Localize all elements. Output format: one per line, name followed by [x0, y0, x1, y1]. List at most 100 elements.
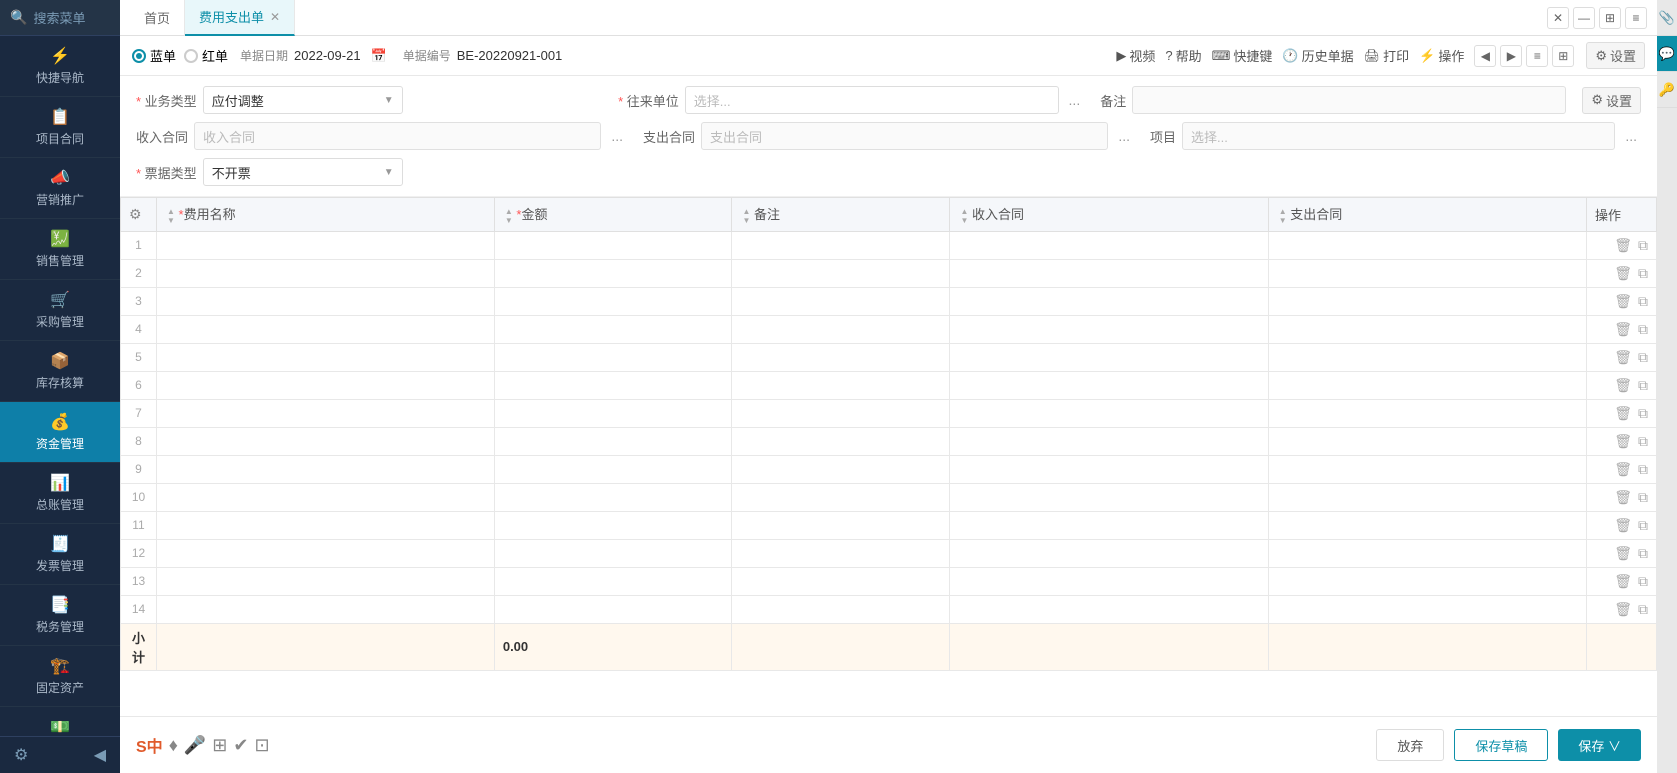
- sidebar-item-marketing[interactable]: 📣 营销推广: [0, 158, 120, 219]
- td-income-contract-6[interactable]: [950, 371, 1268, 399]
- copy-icon-7[interactable]: ⧉: [1638, 405, 1648, 422]
- copy-icon-5[interactable]: ⧉: [1638, 349, 1648, 366]
- td-amount-3[interactable]: [494, 287, 732, 315]
- delete-icon-6[interactable]: 🗑: [1614, 377, 1632, 394]
- right-panel-key[interactable]: 🔑: [1657, 72, 1677, 108]
- td-income-contract-8[interactable]: [950, 427, 1268, 455]
- income-contract-dots[interactable]: ...: [607, 128, 627, 144]
- td-remark-11[interactable]: [732, 511, 950, 539]
- delete-icon-3[interactable]: 🗑: [1614, 293, 1632, 310]
- td-income-contract-4[interactable]: [950, 315, 1268, 343]
- td-remark-5[interactable]: [732, 343, 950, 371]
- td-remark-2[interactable]: [732, 259, 950, 287]
- copy-icon-8[interactable]: ⧉: [1638, 433, 1648, 450]
- td-expense-contract-7[interactable]: [1268, 399, 1586, 427]
- number-value[interactable]: BE-20220921-001: [457, 48, 563, 63]
- td-remark-7[interactable]: [732, 399, 950, 427]
- red-bill-radio[interactable]: 红单: [184, 46, 228, 65]
- copy-icon-6[interactable]: ⧉: [1638, 377, 1648, 394]
- toolbar-action-history[interactable]: 🕐 历史单据: [1282, 46, 1353, 65]
- td-expense-contract-3[interactable]: [1268, 287, 1586, 315]
- settings-button[interactable]: ⚙ 设置: [1586, 42, 1645, 69]
- project-dots[interactable]: ...: [1621, 128, 1641, 144]
- copy-icon-11[interactable]: ⧉: [1638, 517, 1648, 534]
- td-remark-13[interactable]: [732, 567, 950, 595]
- td-expense-contract-1[interactable]: [1268, 231, 1586, 259]
- toolbar-action-shortcut[interactable]: ⌨ 快捷键: [1212, 46, 1273, 65]
- expense-contract-dots[interactable]: ...: [1114, 128, 1134, 144]
- td-remark-6[interactable]: [732, 371, 950, 399]
- sidebar-search[interactable]: 🔍 搜索菜单: [0, 0, 120, 36]
- td-expense-name-2[interactable]: [157, 259, 495, 287]
- sidebar-item-tax-mgmt[interactable]: 📑 税务管理: [0, 585, 120, 646]
- td-income-contract-2[interactable]: [950, 259, 1268, 287]
- toolbar-action-help[interactable]: ? 帮助: [1165, 46, 1201, 65]
- box-icon[interactable]: ⊡: [254, 735, 269, 756]
- copy-icon-12[interactable]: ⧉: [1638, 545, 1648, 562]
- td-expense-contract-2[interactable]: [1268, 259, 1586, 287]
- td-amount-12[interactable]: [494, 539, 732, 567]
- delete-icon-5[interactable]: 🗑: [1614, 349, 1632, 366]
- td-remark-12[interactable]: [732, 539, 950, 567]
- tab-home[interactable]: 首页: [130, 0, 185, 36]
- delete-icon-9[interactable]: 🗑: [1614, 461, 1632, 478]
- grid-icon[interactable]: ⊞: [212, 735, 227, 756]
- td-expense-contract-9[interactable]: [1268, 455, 1586, 483]
- td-remark-9[interactable]: [732, 455, 950, 483]
- blue-bill-radio[interactable]: 蓝单: [132, 46, 176, 65]
- copy-icon-13[interactable]: ⧉: [1638, 573, 1648, 590]
- td-income-contract-5[interactable]: [950, 343, 1268, 371]
- diamond-icon[interactable]: ♦: [169, 735, 178, 756]
- window-minimize-btn[interactable]: —: [1573, 7, 1595, 29]
- td-income-contract-7[interactable]: [950, 399, 1268, 427]
- td-expense-contract-12[interactable]: [1268, 539, 1586, 567]
- sidebar-item-accounting-mgmt[interactable]: 📊 总账管理: [0, 463, 120, 524]
- td-expense-name-1[interactable]: [157, 231, 495, 259]
- td-expense-name-14[interactable]: [157, 595, 495, 623]
- td-amount-2[interactable]: [494, 259, 732, 287]
- delete-icon-10[interactable]: 🗑: [1614, 489, 1632, 506]
- td-income-contract-12[interactable]: [950, 539, 1268, 567]
- sidebar-item-fixed-assets[interactable]: 🏗️ 固定资产: [0, 646, 120, 707]
- nav-next-btn[interactable]: ▶: [1500, 45, 1522, 67]
- sidebar-item-quick-nav[interactable]: ⚡ 快捷导航: [0, 36, 120, 97]
- td-remark-8[interactable]: [732, 427, 950, 455]
- td-expense-name-5[interactable]: [157, 343, 495, 371]
- td-amount-6[interactable]: [494, 371, 732, 399]
- td-remark-3[interactable]: [732, 287, 950, 315]
- delete-icon-2[interactable]: 🗑: [1614, 265, 1632, 282]
- save-button[interactable]: 保存 ∨: [1558, 729, 1641, 761]
- calendar-icon[interactable]: 📅: [371, 48, 387, 64]
- copy-icon-9[interactable]: ⧉: [1638, 461, 1648, 478]
- td-expense-contract-6[interactable]: [1268, 371, 1586, 399]
- td-expense-contract-14[interactable]: [1268, 595, 1586, 623]
- nav-prev-btn[interactable]: ◀: [1474, 45, 1496, 67]
- sidebar-item-project-contract[interactable]: 📋 项目合同: [0, 97, 120, 158]
- tab-expense-bill[interactable]: 费用支出单✕: [185, 0, 295, 36]
- td-amount-10[interactable]: [494, 483, 732, 511]
- td-amount-1[interactable]: [494, 231, 732, 259]
- td-expense-name-11[interactable]: [157, 511, 495, 539]
- window-grid-btn[interactable]: ⊞: [1599, 7, 1621, 29]
- sidebar-item-inventory-check[interactable]: 📦 库存核算: [0, 341, 120, 402]
- td-amount-4[interactable]: [494, 315, 732, 343]
- income-contract-input[interactable]: 收入合同: [194, 122, 601, 150]
- delete-icon-11[interactable]: 🗑: [1614, 517, 1632, 534]
- td-amount-9[interactable]: [494, 455, 732, 483]
- td-amount-11[interactable]: [494, 511, 732, 539]
- remark-input[interactable]: [1132, 86, 1566, 114]
- td-remark-14[interactable]: [732, 595, 950, 623]
- view-grid-btn[interactable]: ⊞: [1552, 45, 1574, 67]
- expense-contract-input[interactable]: 支出合同: [701, 122, 1108, 150]
- td-amount-5[interactable]: [494, 343, 732, 371]
- td-expense-contract-5[interactable]: [1268, 343, 1586, 371]
- partner-input[interactable]: 选择...: [685, 86, 1059, 114]
- td-expense-contract-8[interactable]: [1268, 427, 1586, 455]
- toolbar-action-print[interactable]: 🖨 打印: [1364, 46, 1410, 65]
- window-close-btn[interactable]: ✕: [1547, 7, 1569, 29]
- delete-icon-12[interactable]: 🗑: [1614, 545, 1632, 562]
- toolbar-action-video[interactable]: ▶ 视频: [1116, 46, 1155, 65]
- config-icon[interactable]: ⚙: [129, 206, 142, 222]
- business-type-select[interactable]: 应付调整 ▼: [203, 86, 403, 114]
- sidebar-item-invoice-mgmt[interactable]: 🧾 发票管理: [0, 524, 120, 585]
